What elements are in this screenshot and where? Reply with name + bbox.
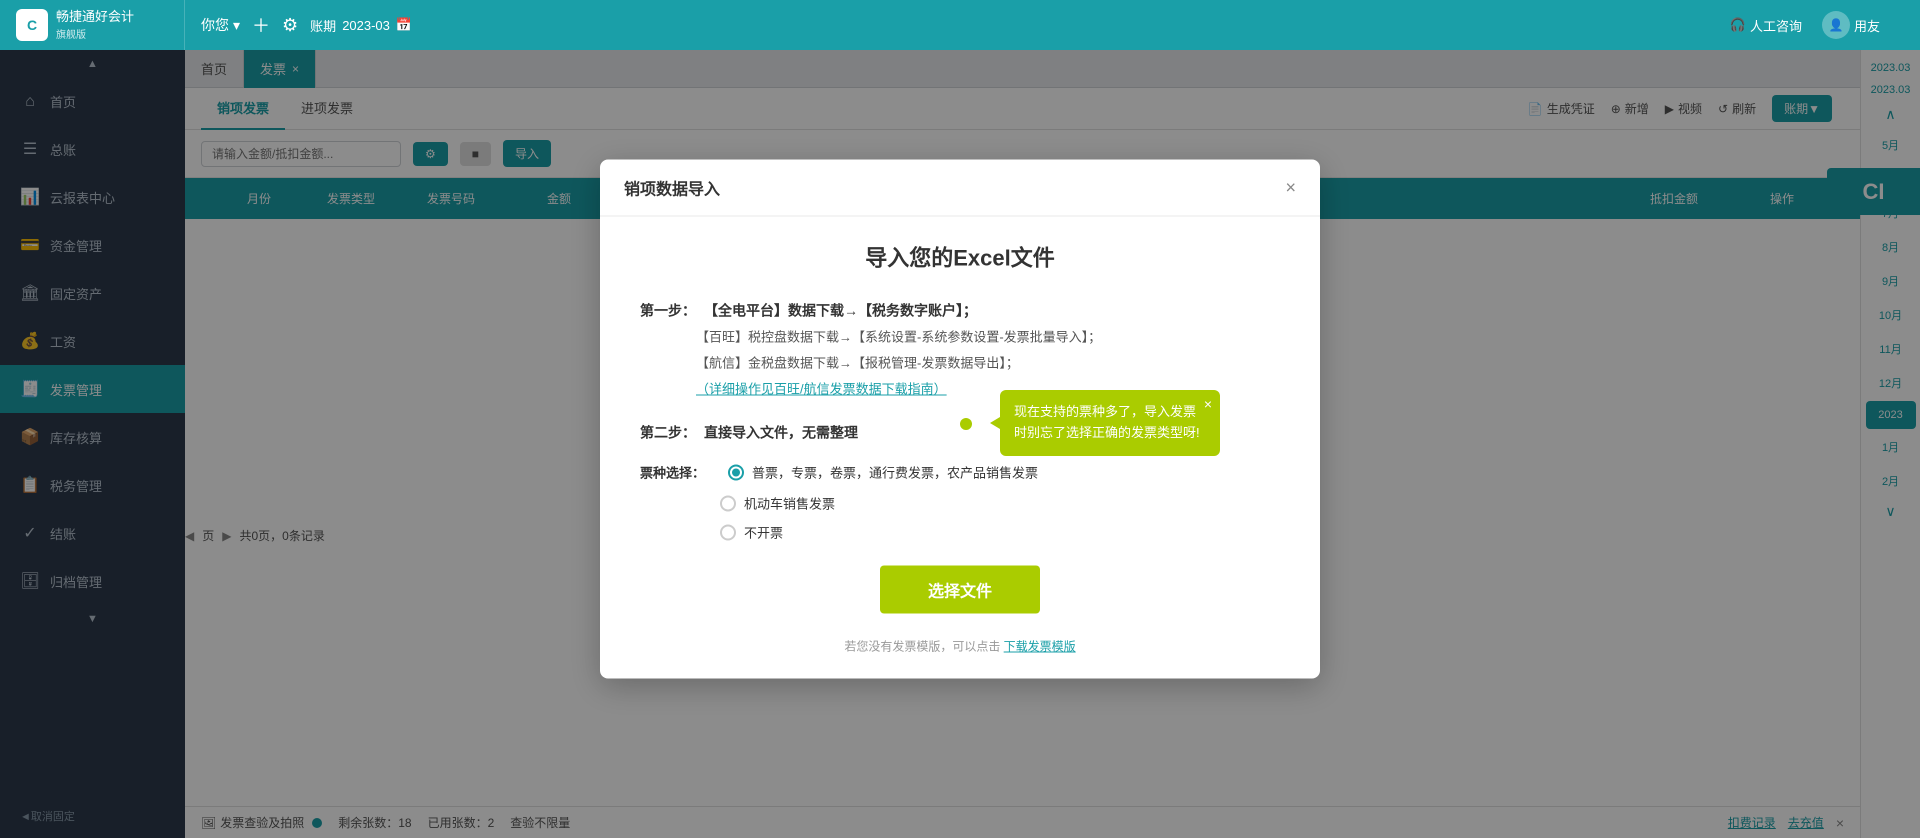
modal-title: 销项数据导入 — [624, 176, 720, 200]
top-right-area: 🎧 人工咨询 👤 用友 — [1730, 11, 1904, 39]
settings-button[interactable]: ⚙ — [282, 15, 298, 36]
select-file-btn[interactable]: 选择文件 — [880, 566, 1040, 614]
dropdown-icon: ▾ — [233, 17, 240, 34]
ticket-option-0[interactable]: 普票，专票，卷票，通行费发票，农产品销售发票 — [728, 463, 1038, 482]
company-name: 你您 — [201, 15, 229, 35]
radio-notissued[interactable] — [720, 524, 736, 540]
guide-link[interactable]: （详细操作见百旺/航信发票数据下载指南） — [696, 382, 947, 397]
ticket-option-1[interactable]: 机动车销售发票 — [720, 494, 1280, 513]
add-button[interactable]: ＋ — [252, 12, 270, 38]
top-nav: 你您 ▾ ＋ ⚙ 账期 2023-03 📅 🎧 人工咨询 👤 用友 — [185, 0, 1920, 50]
logo-badge: 旗舰版 — [56, 26, 134, 41]
top-bar: C 畅捷通好会计 旗舰版 你您 ▾ ＋ ⚙ 账期 2023-03 📅 🎧 人工咨… — [0, 0, 1920, 50]
radio-motor[interactable] — [720, 495, 736, 511]
logo-icon: C — [16, 9, 48, 41]
modal-footer: 若您没有发票模版，可以点击 下载发票模版 — [640, 638, 1280, 655]
user-button[interactable]: 👤 用友 — [1822, 11, 1880, 39]
modal-main-title: 导入您的Excel文件 — [640, 241, 1280, 273]
period-label: 账期 2023-03 📅 — [310, 16, 412, 35]
logo-area: C 畅捷通好会计 旗舰版 — [0, 0, 185, 50]
ticket-select: 票种选择： 普票，专票，卷票，通行费发票，农产品销售发票 机动车销售发票 不开票 — [640, 463, 1280, 542]
company-selector[interactable]: 你您 ▾ — [201, 15, 240, 35]
download-template-link[interactable]: 下载发票模版 — [1004, 640, 1076, 654]
calendar-icon: 📅 — [396, 17, 412, 33]
modal-close-btn[interactable]: × — [1285, 177, 1296, 198]
ticket-option-2[interactable]: 不开票 — [720, 523, 1280, 542]
step1-section: 第一步： 【全电平台】数据下载→【税务数字账户】； 【百旺】税控盘数据下载→【系… — [640, 301, 1280, 403]
ticket-label: 票种选择： — [640, 463, 720, 482]
radio-normal[interactable] — [728, 464, 744, 480]
modal-header: 销项数据导入 × — [600, 160, 1320, 217]
tooltip-close-btn[interactable]: × — [1204, 396, 1212, 412]
headset-icon: 🎧 — [1730, 17, 1746, 33]
avatar: 👤 — [1822, 11, 1850, 39]
consult-button[interactable]: 🎧 人工咨询 — [1730, 16, 1802, 35]
tooltip-balloon: × 现在支持的票种多了，导入发票时别忘了选择正确的发票类型呀! — [1000, 390, 1220, 456]
tooltip-anchor-dot — [960, 418, 972, 430]
step1-label: 第一步： 【全电平台】数据下载→【税务数字账户】； — [640, 301, 1280, 321]
logo-text: 畅捷通好会计 — [56, 9, 134, 26]
